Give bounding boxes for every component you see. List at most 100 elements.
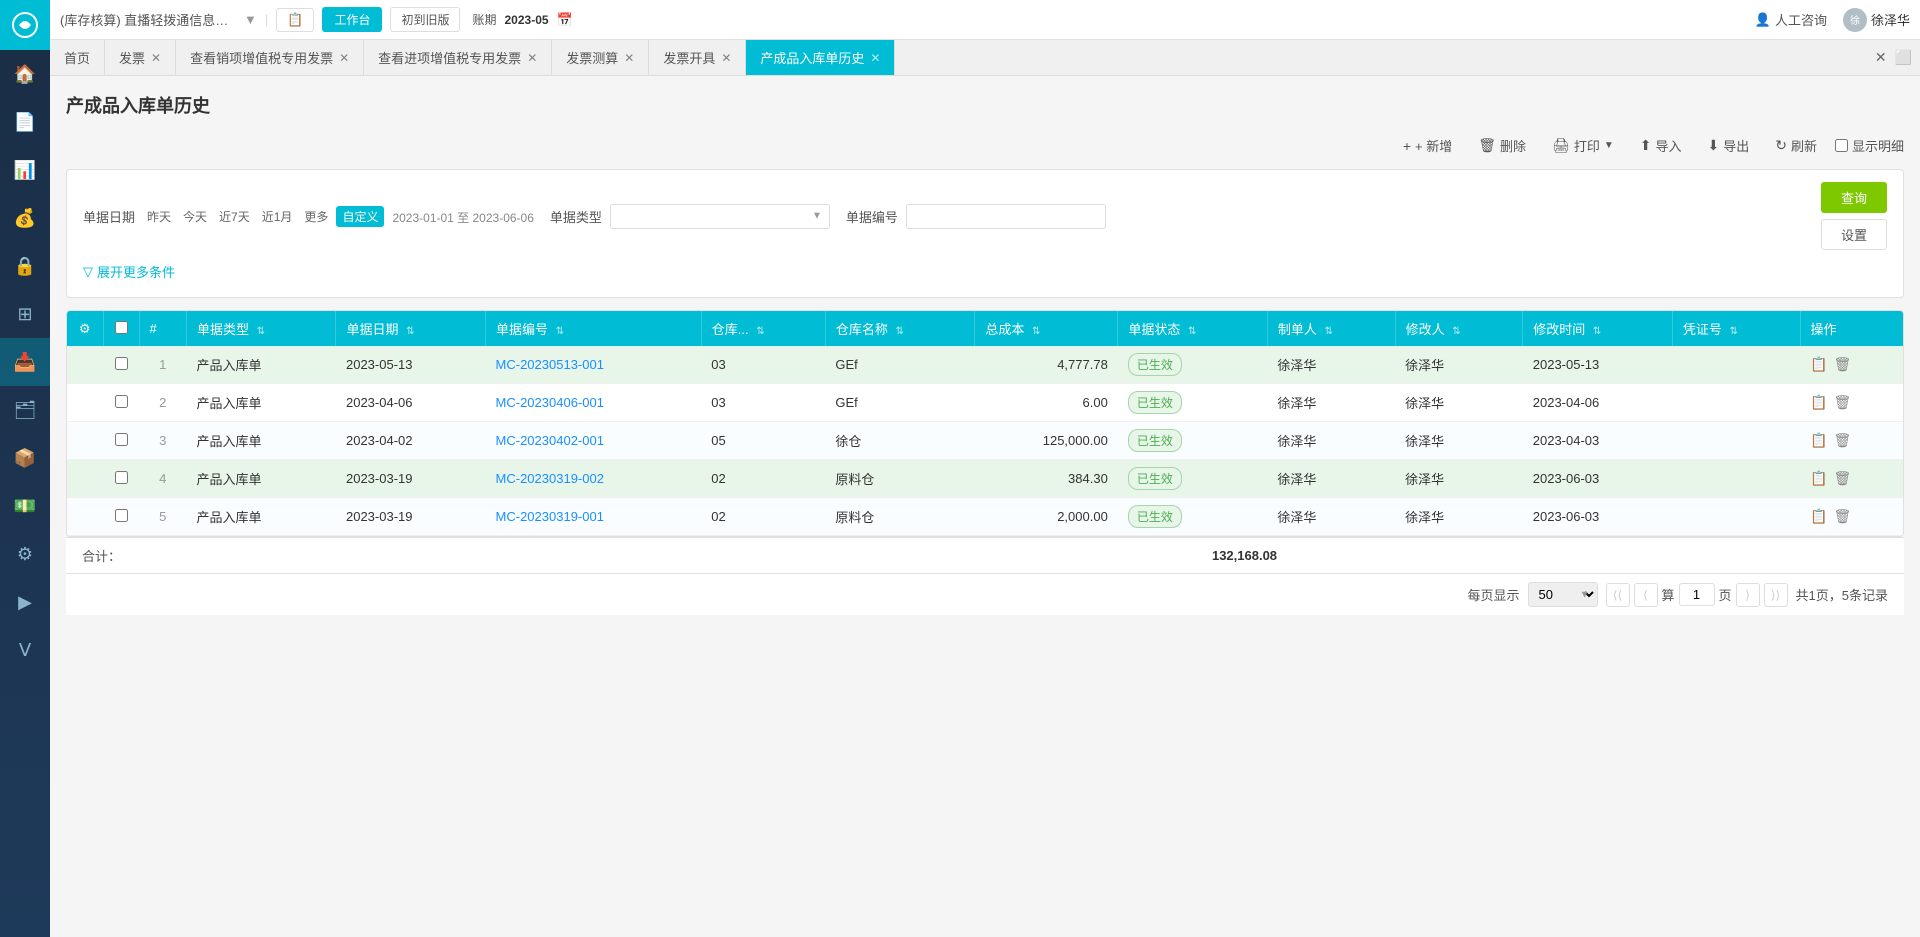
tab-sales-vat[interactable]: 查看销项增值税专用发票 ✕: [176, 40, 364, 76]
tab-product-history[interactable]: 产成品入库单历史 ✕: [746, 40, 895, 76]
page-first-button[interactable]: ⟨⟨: [1606, 583, 1630, 607]
row-settings-4[interactable]: [67, 498, 103, 536]
row-settings-0[interactable]: [67, 346, 103, 384]
row-number-link-1[interactable]: MC-20230406-001: [496, 395, 604, 410]
row-settings-3[interactable]: [67, 460, 103, 498]
expand-button[interactable]: ▽ 展开更多条件: [83, 258, 175, 285]
action-delete-icon-2[interactable]: 🗑: [1833, 432, 1851, 449]
tab-invoice-calc[interactable]: 发票测算 ✕: [552, 40, 649, 76]
select-all-checkbox[interactable]: [115, 321, 128, 334]
th-creator[interactable]: 制单人 ⇅: [1267, 311, 1395, 346]
action-delete-icon-4[interactable]: 🗑: [1833, 508, 1851, 525]
title-dropdown-icon[interactable]: ▼: [244, 12, 257, 27]
row-check-4[interactable]: [115, 509, 128, 522]
action-delete-icon-1[interactable]: 🗑: [1833, 394, 1851, 411]
tab-close-all-button[interactable]: ✕: [1875, 49, 1887, 66]
page-next-button[interactable]: ⟩: [1736, 583, 1760, 607]
tab-purchase-vat-close[interactable]: ✕: [527, 51, 537, 65]
page-input[interactable]: [1679, 583, 1715, 606]
tab-purchase-vat[interactable]: 查看进项增值税专用发票 ✕: [364, 40, 552, 76]
sidebar-item-home[interactable]: 🏠: [0, 50, 50, 98]
action-edit-icon-1[interactable]: 📋: [1810, 394, 1827, 411]
tab-maximize-button[interactable]: ⬜: [1895, 49, 1912, 66]
set-button[interactable]: 设置: [1821, 219, 1887, 250]
row-check-2[interactable]: [115, 433, 128, 446]
tab-invoice-open[interactable]: 发票开具 ✕: [649, 40, 746, 76]
row-number-link-2[interactable]: MC-20230402-001: [496, 433, 604, 448]
tab-home[interactable]: 首页: [50, 40, 105, 76]
delete-button[interactable]: 🗑 删除: [1470, 132, 1534, 159]
th-wh-code[interactable]: 仓库... ⇅: [701, 311, 825, 346]
th-number[interactable]: 单据编号 ⇅: [486, 311, 702, 346]
action-edit-icon-2[interactable]: 📋: [1810, 432, 1827, 449]
row-check-1[interactable]: [115, 395, 128, 408]
row-number-link-3[interactable]: MC-20230319-002: [496, 471, 604, 486]
row-number-0[interactable]: MC-20230513-001: [486, 346, 702, 384]
new-button[interactable]: + + 新增: [1395, 132, 1460, 159]
action-edit-icon-4[interactable]: 📋: [1810, 508, 1827, 525]
row-number-link-4[interactable]: MC-20230319-001: [496, 509, 604, 524]
sidebar-item-v[interactable]: Ⅴ: [0, 626, 50, 674]
action-edit-icon-0[interactable]: 📋: [1810, 356, 1827, 373]
action-delete-icon-3[interactable]: 🗑: [1833, 470, 1851, 487]
page-last-button[interactable]: ⟩⟩: [1764, 583, 1788, 607]
row-check-0[interactable]: [115, 357, 128, 370]
th-settings[interactable]: ⚙: [67, 311, 103, 346]
sidebar-item-settings[interactable]: ⚙: [0, 530, 50, 578]
tab-invoice-calc-close[interactable]: ✕: [624, 51, 634, 65]
tab-product-history-close[interactable]: ✕: [870, 51, 880, 65]
sidebar-item-chart[interactable]: 📊: [0, 146, 50, 194]
sidebar-logo[interactable]: [0, 0, 50, 50]
shortcut-yesterday[interactable]: 昨天: [143, 206, 175, 227]
row-settings-2[interactable]: [67, 422, 103, 460]
print-button[interactable]: 🖨 打印 ▼: [1544, 132, 1622, 159]
sidebar-item-coin[interactable]: 💵: [0, 482, 50, 530]
sidebar-item-inbox[interactable]: 📥: [0, 338, 50, 386]
row-number-2[interactable]: MC-20230402-001: [486, 422, 702, 460]
row-number-1[interactable]: MC-20230406-001: [486, 384, 702, 422]
tab-invoice-open-close[interactable]: ✕: [721, 51, 731, 65]
workbench-button[interactable]: 工作台: [322, 7, 382, 32]
row-settings-1[interactable]: [67, 384, 103, 422]
shortcut-more[interactable]: 更多: [300, 206, 332, 227]
shortcut-1month[interactable]: 近1月: [258, 206, 297, 227]
tab-sales-vat-close[interactable]: ✕: [339, 51, 349, 65]
export-button[interactable]: ⬇ 导出: [1699, 132, 1757, 159]
th-voucher[interactable]: 凭证号 ⇅: [1672, 311, 1800, 346]
switch-version-button[interactable]: 初到旧版: [390, 7, 460, 32]
tab-invoice[interactable]: 发票 ✕: [105, 40, 176, 76]
th-modifier[interactable]: 修改人 ⇅: [1395, 311, 1523, 346]
row-number-3[interactable]: MC-20230319-002: [486, 460, 702, 498]
sidebar-item-stamp[interactable]: 🗂: [0, 386, 50, 434]
action-delete-icon-0[interactable]: 🗑: [1833, 356, 1851, 373]
import-button[interactable]: ⬆ 导入: [1632, 132, 1690, 159]
th-modify-time[interactable]: 修改时间 ⇅: [1523, 311, 1673, 346]
sidebar-item-play[interactable]: ▶: [0, 578, 50, 626]
action-edit-icon-3[interactable]: 📋: [1810, 470, 1827, 487]
th-type[interactable]: 单据类型 ⇅: [186, 311, 336, 346]
filter-number-input[interactable]: [906, 204, 1106, 229]
user-name[interactable]: 徐 徐泽华: [1843, 8, 1910, 32]
display-toggle-checkbox[interactable]: [1835, 139, 1848, 152]
sidebar-item-box[interactable]: 📦: [0, 434, 50, 482]
row-check-3[interactable]: [115, 471, 128, 484]
page-prev-button[interactable]: ⟨: [1634, 583, 1658, 607]
sidebar-item-finance[interactable]: 💰: [0, 194, 50, 242]
sidebar-item-doc[interactable]: 📄: [0, 98, 50, 146]
query-button[interactable]: 查询: [1821, 182, 1887, 213]
copy-btn[interactable]: 📋: [276, 8, 314, 32]
tab-invoice-close[interactable]: ✕: [151, 51, 161, 65]
per-page-select[interactable]: 20 50 100 200: [1528, 582, 1598, 607]
period-calendar-icon[interactable]: 📅: [557, 12, 573, 28]
sidebar-item-grid[interactable]: ⊞: [0, 290, 50, 338]
th-status[interactable]: 单据状态 ⇅: [1118, 311, 1268, 346]
th-cost[interactable]: 总成本 ⇅: [975, 311, 1118, 346]
user-service[interactable]: 👤 人工咨询: [1755, 10, 1827, 29]
filter-type-select[interactable]: 产品入库单: [610, 204, 830, 229]
row-number-4[interactable]: MC-20230319-001: [486, 498, 702, 536]
th-date[interactable]: 单据日期 ⇅: [336, 311, 486, 346]
sidebar-item-lock[interactable]: 🔒: [0, 242, 50, 290]
shortcut-today[interactable]: 今天: [179, 206, 211, 227]
shortcut-7days[interactable]: 近7天: [215, 206, 254, 227]
row-number-link-0[interactable]: MC-20230513-001: [496, 357, 604, 372]
